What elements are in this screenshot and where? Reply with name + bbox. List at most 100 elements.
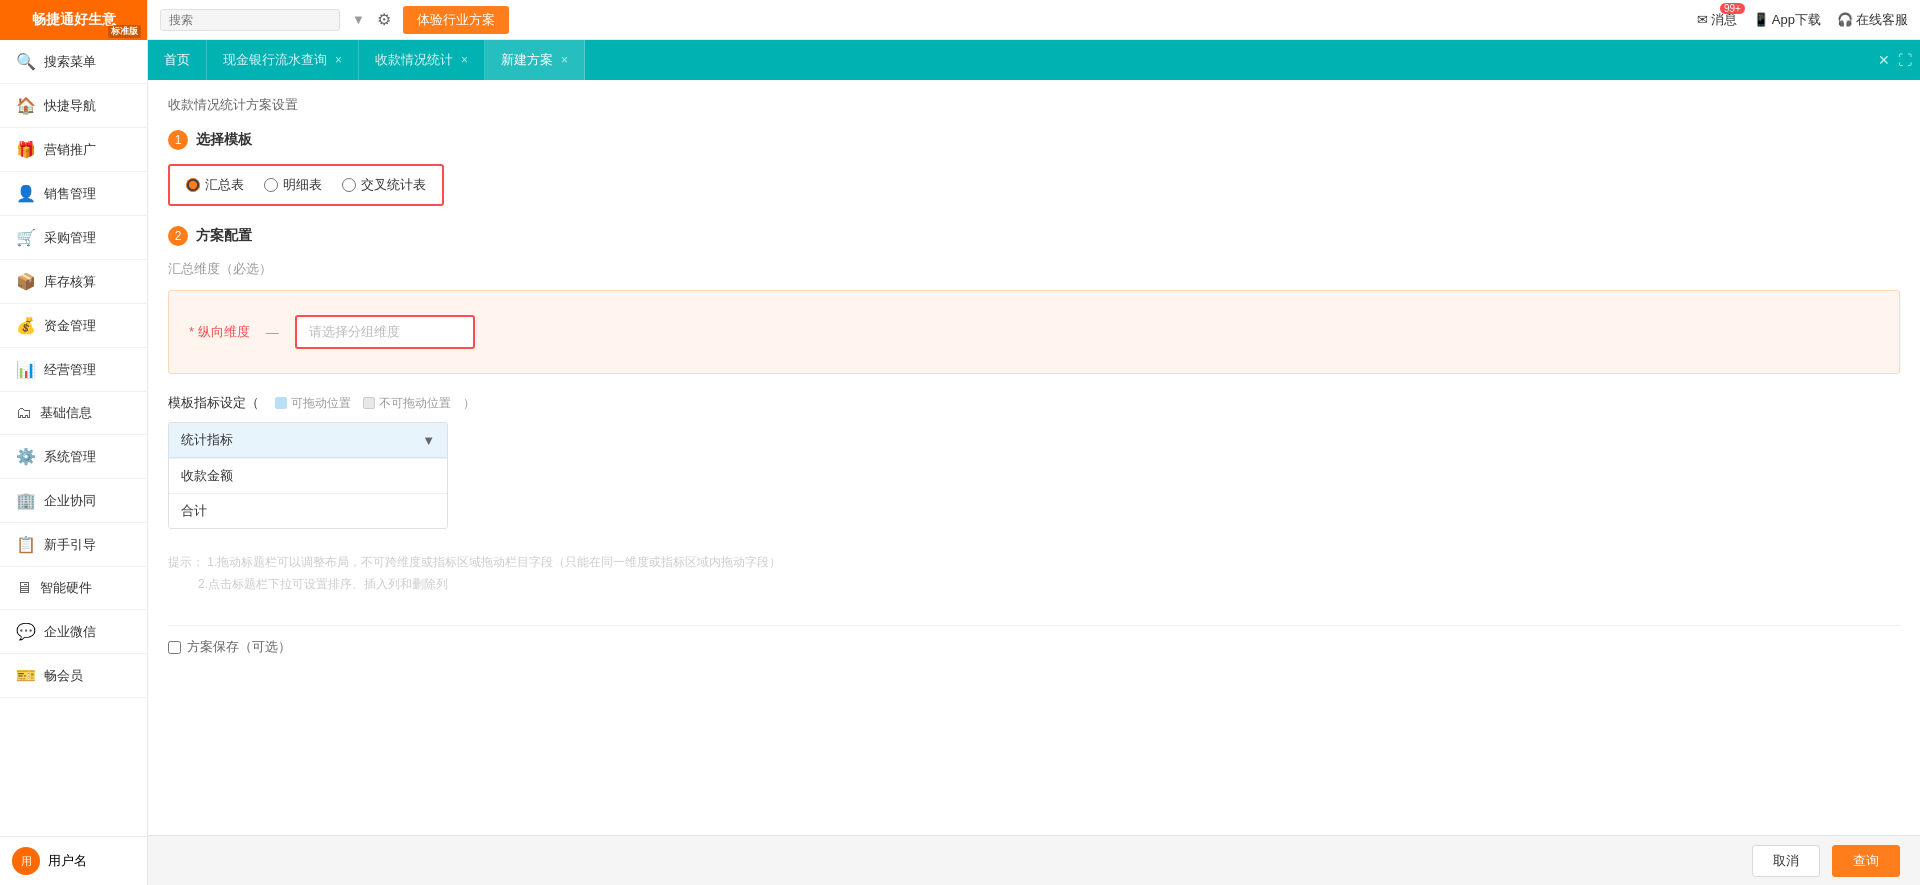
avatar: 用	[12, 847, 40, 875]
sidebar-item-system[interactable]: ⚙️ 系统管理	[0, 435, 147, 479]
metrics-row-1: 合计	[169, 493, 447, 528]
monitor-icon: 🖥	[16, 579, 32, 597]
sidebar-item-purchase[interactable]: 🛒 采购管理	[0, 216, 147, 260]
save-option-label: 方案保存（可选）	[187, 638, 291, 656]
radio-detail[interactable]: 明细表	[264, 176, 322, 194]
cancel-button[interactable]: 取消	[1752, 845, 1820, 877]
tab-bar: 首页 现金银行流水查询 × 收款情况统计 × 新建方案 × ✕ ⛶	[148, 40, 1920, 80]
service-label: 在线客服	[1856, 11, 1908, 29]
radio-cross-input[interactable]	[342, 178, 356, 192]
close-window-icon[interactable]: ✕	[1878, 52, 1890, 68]
sidebar-item-member[interactable]: 🎫 畅会员	[0, 654, 147, 698]
save-checkbox[interactable]	[168, 641, 181, 654]
section2-label: 方案配置	[196, 227, 252, 245]
tip-1: 2.点击标题栏下拉可设置排序、插入列和删除列	[168, 574, 1900, 596]
online-service[interactable]: 🎧 在线客服	[1837, 11, 1908, 29]
vertical-dimension-label: * 纵向维度	[189, 323, 250, 341]
metrics-section: 模板指标设定（ 可拖动位置 不可拖动位置 ）	[168, 394, 1900, 532]
sidebar-item-quick-nav[interactable]: 🏠 快捷导航	[0, 84, 147, 128]
download-label: App下载	[1772, 11, 1821, 29]
sidebar-item-marketing[interactable]: 🎁 营销推广	[0, 128, 147, 172]
dimension-placeholder: 请选择分组维度	[309, 324, 400, 339]
app-download[interactable]: 📱 App下载	[1753, 11, 1821, 29]
ticket-icon: 🎫	[16, 666, 36, 685]
service-icon: 🎧	[1837, 12, 1853, 27]
sidebar-item-search-menu[interactable]: 🔍 搜索菜单	[0, 40, 147, 84]
radio-cross[interactable]: 交叉统计表	[342, 176, 426, 194]
chevron-down-icon[interactable]: ▼	[352, 12, 365, 27]
metrics-header-label: 统计指标	[181, 431, 233, 449]
movable-dot	[275, 397, 287, 409]
radio-detail-input[interactable]	[264, 178, 278, 192]
message-icon: ✉	[1697, 12, 1708, 27]
sidebar-item-label: 搜索菜单	[44, 53, 96, 71]
sidebar: 畅捷通好生意 标准版 🔍 搜索菜单 🏠 快捷导航 🎁 营销推广 👤 销售管理 🛒…	[0, 0, 148, 885]
search-menu-icon: 🔍	[16, 52, 36, 71]
tip-0: 提示： 1.拖动标题栏可以调整布局，不可跨维度或指标区域拖动栏目字段（只能在同一…	[168, 552, 1900, 574]
radio-detail-label: 明细表	[283, 176, 322, 194]
tab-home-label: 首页	[164, 51, 190, 69]
sidebar-item-label: 采购管理	[44, 229, 96, 247]
sidebar-item-inventory[interactable]: 📦 库存核算	[0, 260, 147, 304]
query-button[interactable]: 查询	[1832, 845, 1900, 877]
metrics-header[interactable]: 统计指标 ▼	[169, 423, 447, 458]
tab-new-plan-close[interactable]: ×	[561, 53, 568, 67]
tips-section: 提示： 1.拖动标题栏可以调整布局，不可跨维度或指标区域拖动栏目字段（只能在同一…	[168, 552, 1900, 595]
chat-icon: 💬	[16, 622, 36, 641]
metrics-legend: 可拖动位置 不可拖动位置 ）	[275, 395, 475, 412]
tab-bank-flow-label: 现金银行流水查询	[223, 51, 327, 69]
sidebar-item-label: 新手引导	[44, 536, 96, 554]
sidebar-item-sales[interactable]: 👤 销售管理	[0, 172, 147, 216]
sidebar-item-hardware[interactable]: 🖥 智能硬件	[0, 567, 147, 610]
radio-summary-input[interactable]	[186, 178, 200, 192]
sidebar-item-label: 库存核算	[44, 273, 96, 291]
sidebar-item-operations[interactable]: 📊 经营管理	[0, 348, 147, 392]
tab-collection-close[interactable]: ×	[461, 53, 468, 67]
bottom-bar: 取消 查询	[148, 835, 1920, 885]
sidebar-item-label: 资金管理	[44, 317, 96, 335]
money-icon: 💰	[16, 316, 36, 335]
search-input[interactable]	[160, 9, 340, 31]
tab-new-plan[interactable]: 新建方案 ×	[485, 40, 585, 80]
sidebar-item-wechat[interactable]: 💬 企业微信	[0, 610, 147, 654]
industry-btn[interactable]: 体验行业方案	[403, 6, 509, 34]
sidebar-item-label: 快捷导航	[44, 97, 96, 115]
download-icon: 📱	[1753, 12, 1769, 27]
sidebar-bottom: 用 用户名	[0, 836, 147, 885]
expand-icon[interactable]: ⛶	[1898, 52, 1912, 68]
tab-new-plan-label: 新建方案	[501, 51, 553, 69]
section1-number: 1	[168, 130, 188, 150]
legend-movable: 可拖动位置	[275, 395, 351, 412]
content-area: 收款情况统计方案设置 1 选择模板 汇总表 明细表	[148, 80, 1920, 835]
radio-summary-label: 汇总表	[205, 176, 244, 194]
notification-icon[interactable]: ✉ 消息 99+	[1697, 11, 1737, 29]
tab-home[interactable]: 首页	[148, 40, 207, 80]
metrics-row-0: 收款金额	[169, 458, 447, 493]
sidebar-item-basic-info[interactable]: 🗂 基础信息	[0, 392, 147, 435]
tab-collection-stats[interactable]: 收款情况统计 ×	[359, 40, 485, 80]
dimension-select[interactable]: 请选择分组维度	[295, 315, 475, 349]
section2-heading: 2 方案配置	[168, 226, 1900, 246]
settings-icon: ⚙️	[16, 447, 36, 466]
sidebar-item-capital[interactable]: 💰 资金管理	[0, 304, 147, 348]
gear-icon[interactable]: ⚙	[377, 10, 391, 29]
save-option: 方案保存（可选）	[168, 625, 1900, 656]
folder-icon: 🗂	[16, 404, 32, 422]
top-bar: ▼ ⚙ 体验行业方案 ✉ 消息 99+ 📱 App下载 🎧 在线客服	[148, 0, 1920, 40]
top-bar-right: ✉ 消息 99+ 📱 App下载 🎧 在线客服	[1697, 11, 1908, 29]
sidebar-item-label: 智能硬件	[40, 579, 92, 597]
tab-bank-flow-close[interactable]: ×	[335, 53, 342, 67]
config-section: 汇总维度（必选） * 纵向维度 — 请选择分组维度 模板指标设定（	[168, 260, 1900, 656]
sidebar-item-label: 经营管理	[44, 361, 96, 379]
legend-movable-label: 可拖动位置	[291, 395, 351, 412]
user-name: 用户名	[48, 852, 87, 870]
sidebar-item-enterprise[interactable]: 🏢 企业协同	[0, 479, 147, 523]
tab-bar-actions: ✕ ⛶	[1870, 40, 1920, 80]
section1-heading: 1 选择模板	[168, 130, 1900, 150]
radio-group: 汇总表 明细表 交叉统计表	[186, 176, 426, 194]
notif-badge: 99+	[1720, 3, 1745, 14]
sidebar-item-beginner[interactable]: 📋 新手引导	[0, 523, 147, 567]
radio-summary[interactable]: 汇总表	[186, 176, 244, 194]
tab-bank-flow[interactable]: 现金银行流水查询 ×	[207, 40, 359, 80]
metrics-dropdown-icon[interactable]: ▼	[422, 433, 435, 448]
